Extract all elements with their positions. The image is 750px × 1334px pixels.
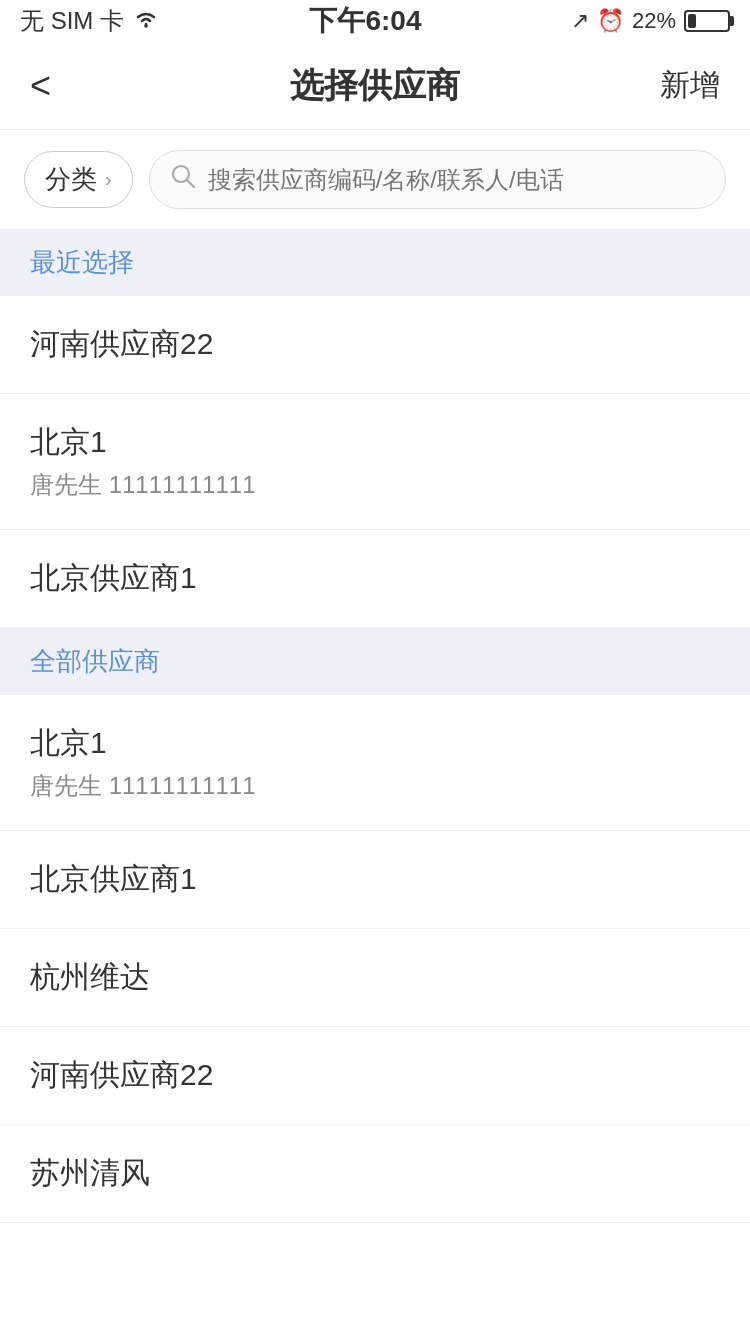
item-name: 北京供应商1 — [30, 558, 720, 599]
item-name: 杭州维达 — [30, 957, 720, 998]
all-items-list: 北京1 唐先生 11111111111 北京供应商1 杭州维达河南供应商22 苏州清风 — [0, 695, 750, 1223]
item-sub: 唐先生 11111111111 — [30, 770, 720, 802]
recent-section-label: 最近选择 — [30, 247, 134, 277]
recent-items-list: 河南供应商22 北京1 唐先生 11111111111 北京供应商1 — [0, 296, 750, 628]
recent-list-item[interactable]: 北京供应商1 — [0, 530, 750, 628]
all-list-item[interactable]: 北京1 唐先生 11111111111 — [0, 695, 750, 831]
recent-list-item[interactable]: 河南供应商22 — [0, 296, 750, 394]
status-right: ↗ ⏰ 22% — [571, 8, 730, 34]
chevron-icon: › — [105, 168, 112, 191]
add-button[interactable]: 新增 — [660, 65, 720, 106]
page-title: 选择供应商 — [290, 63, 460, 109]
battery-icon — [684, 10, 730, 32]
status-bar: 无 SIM 卡 下午6:04 ↗ ⏰ 22% — [0, 0, 750, 42]
back-button[interactable]: < — [30, 65, 90, 107]
all-list-item[interactable]: 河南供应商22 — [0, 1027, 750, 1125]
status-left: 无 SIM 卡 — [20, 5, 160, 37]
item-name: 河南供应商22 — [30, 1055, 720, 1096]
all-section-header: 全部供应商 — [0, 628, 750, 695]
search-icon — [170, 163, 196, 196]
item-name: 苏州清风 — [30, 1153, 720, 1194]
recent-section-header: 最近选择 — [0, 229, 750, 296]
item-name: 河南供应商22 — [30, 324, 720, 365]
alarm-icon: ⏰ — [597, 8, 624, 34]
svg-line-2 — [187, 180, 194, 187]
item-name: 北京1 — [30, 723, 720, 764]
battery-percent: 22% — [632, 8, 676, 34]
svg-point-0 — [144, 24, 148, 28]
recent-list-item[interactable]: 北京1 唐先生 11111111111 — [0, 394, 750, 530]
all-list-item[interactable]: 苏州清风 — [0, 1125, 750, 1223]
filter-bar: 分类 › — [0, 130, 750, 229]
item-sub: 唐先生 11111111111 — [30, 469, 720, 501]
all-section-label: 全部供应商 — [30, 646, 160, 676]
category-button[interactable]: 分类 › — [24, 151, 133, 208]
all-list-item[interactable]: 杭州维达 — [0, 929, 750, 1027]
location-icon: ↗ — [571, 8, 589, 34]
wifi-icon — [132, 7, 160, 35]
nav-bar: < 选择供应商 新增 — [0, 42, 750, 130]
item-name: 北京供应商1 — [30, 859, 720, 900]
search-box[interactable] — [149, 150, 726, 209]
item-name: 北京1 — [30, 422, 720, 463]
search-input[interactable] — [208, 166, 705, 194]
all-list-item[interactable]: 北京供应商1 — [0, 831, 750, 929]
category-label: 分类 — [45, 162, 97, 197]
status-time: 下午6:04 — [309, 2, 421, 40]
no-sim-text: 无 SIM 卡 — [20, 5, 124, 37]
